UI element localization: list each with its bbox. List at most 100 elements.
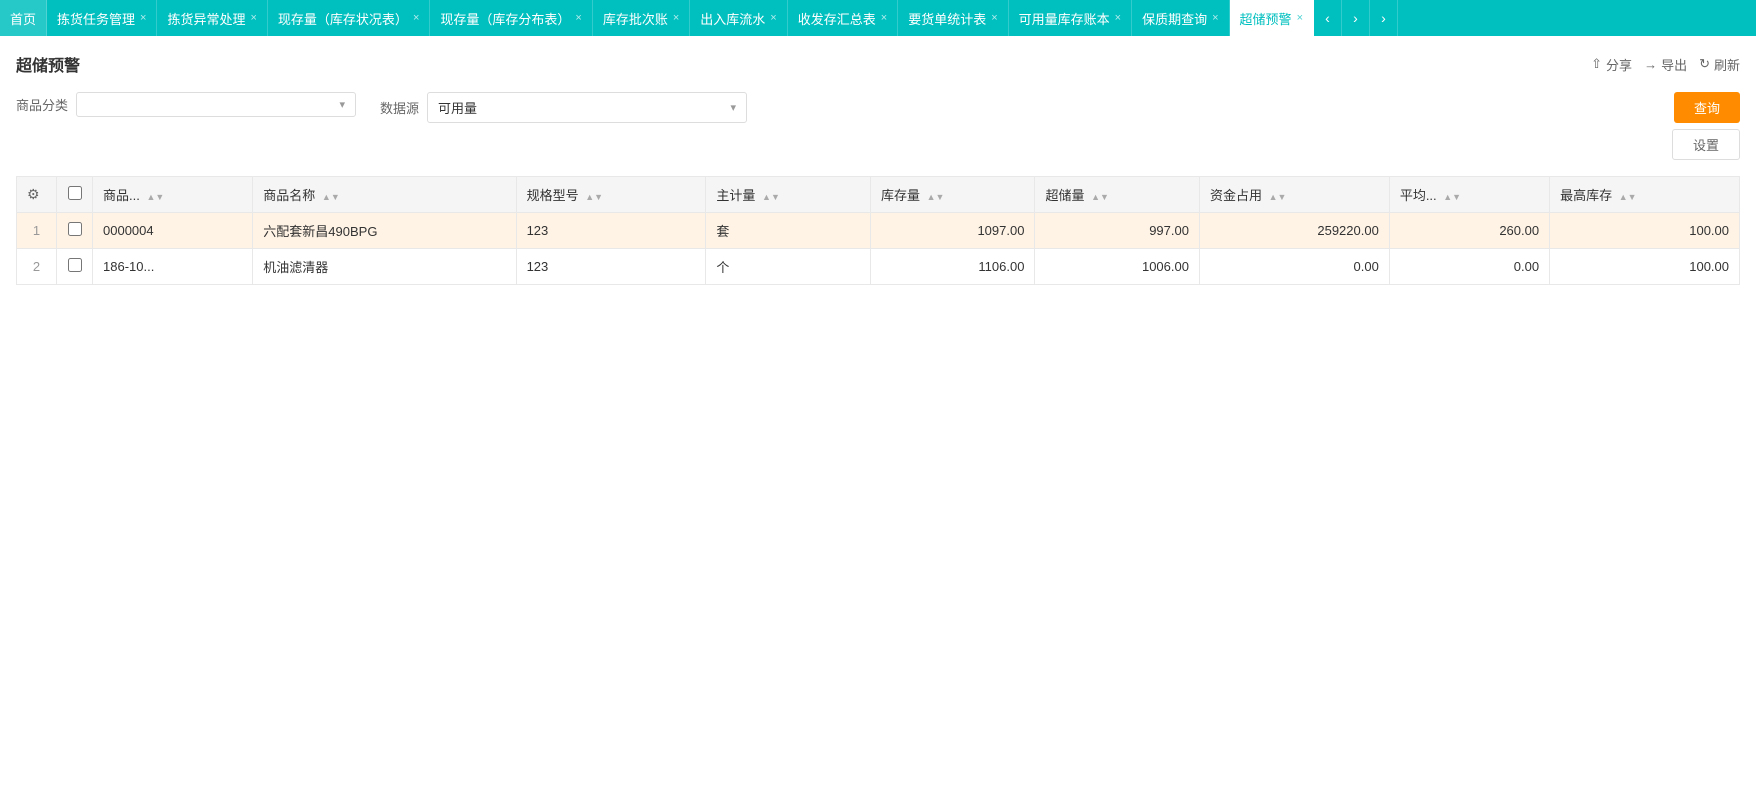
select-all-checkbox[interactable]	[68, 186, 82, 200]
nav-item-exception[interactable]: 拣货异常处理 ×	[157, 0, 267, 36]
cell-avg: 260.00	[1389, 213, 1549, 249]
column-header-overstock: 超储量 ▲▼	[1035, 177, 1200, 213]
column-header-max-stock: 最高库存 ▲▼	[1550, 177, 1740, 213]
close-icon[interactable]: ×	[140, 12, 146, 24]
close-icon[interactable]: ×	[770, 12, 776, 24]
close-icon[interactable]: ×	[673, 12, 679, 24]
sort-icon[interactable]: ▲▼	[322, 192, 340, 202]
cell-unit: 套	[706, 213, 871, 249]
cell-max-stock: 100.00	[1550, 249, 1740, 285]
nav-item-stock-status[interactable]: 现存量（库存状况表） ×	[268, 0, 430, 36]
cell-unit: 个	[706, 249, 871, 285]
cell-overstock: 997.00	[1035, 213, 1200, 249]
column-header-checkbox	[57, 177, 93, 213]
column-header-gear: ⚙	[17, 177, 57, 213]
refresh-icon: ↻	[1699, 56, 1710, 72]
close-icon[interactable]: ×	[1297, 12, 1303, 24]
datasource-select[interactable]: 可用量 ▾	[427, 92, 747, 123]
nav-item-stock-dist[interactable]: 现存量（库存分布表） ×	[430, 0, 592, 36]
cell-avg: 0.00	[1389, 249, 1549, 285]
row-checkbox[interactable]	[68, 258, 82, 272]
nav-next-button[interactable]: ›	[1342, 0, 1370, 36]
cell-product-name: 六配套新昌490BPG	[253, 213, 516, 249]
cell-spec: 123	[516, 213, 706, 249]
table-header: ⚙ 商品... ▲▼ 商品名称 ▲▼ 规格型号 ▲▼ 主计	[17, 177, 1740, 213]
sort-icon[interactable]: ▲▼	[762, 192, 780, 202]
nav-item-home[interactable]: 首页	[0, 0, 47, 36]
cell-capital: 0.00	[1199, 249, 1389, 285]
cell-max-stock: 100.00	[1550, 213, 1740, 249]
cell-product-code: 0000004	[93, 213, 253, 249]
column-header-product-code: 商品... ▲▼	[93, 177, 253, 213]
nav-item-expiry[interactable]: 保质期查询 ×	[1132, 0, 1229, 36]
column-header-capital: 资金占用 ▲▼	[1199, 177, 1389, 213]
top-nav: 首页 拣货任务管理 × 拣货异常处理 × 现存量（库存状况表） × 现存量（库存…	[0, 0, 1756, 36]
close-icon[interactable]: ×	[575, 12, 581, 24]
nav-more-button[interactable]: ›	[1370, 0, 1398, 36]
cell-stock: 1097.00	[870, 213, 1035, 249]
row-number: 1	[17, 213, 57, 249]
datasource-value: 可用量	[438, 98, 477, 117]
cell-stock: 1106.00	[870, 249, 1035, 285]
page-header: 超储预警 ⇧ 分享 → 导出 ↻ 刷新	[16, 52, 1740, 76]
row-checkbox-cell	[57, 213, 93, 249]
cell-overstock: 1006.00	[1035, 249, 1200, 285]
share-button[interactable]: ⇧ 分享	[1591, 55, 1632, 74]
filter-product-category: 商品分类 ▾	[16, 92, 356, 117]
row-number: 2	[17, 249, 57, 285]
gear-icon[interactable]: ⚙	[27, 186, 40, 202]
datasource-label: 数据源	[380, 98, 419, 117]
nav-item-summary[interactable]: 收发存汇总表 ×	[788, 0, 898, 36]
query-button[interactable]: 查询	[1674, 92, 1740, 123]
sort-icon[interactable]: ▲▼	[146, 192, 164, 202]
refresh-button[interactable]: ↻ 刷新	[1699, 55, 1740, 74]
column-header-stock: 库存量 ▲▼	[870, 177, 1035, 213]
product-category-select[interactable]: ▾	[76, 92, 356, 117]
row-checkbox[interactable]	[68, 222, 82, 236]
column-header-spec: 规格型号 ▲▼	[516, 177, 706, 213]
column-header-avg: 平均... ▲▼	[1389, 177, 1549, 213]
share-icon: ⇧	[1591, 56, 1602, 72]
cell-capital: 259220.00	[1199, 213, 1389, 249]
close-icon[interactable]: ×	[1212, 12, 1218, 24]
row-checkbox-cell	[57, 249, 93, 285]
dropdown-arrow-icon: ▾	[339, 98, 345, 111]
sort-icon[interactable]: ▲▼	[1619, 192, 1637, 202]
settings-button[interactable]: 设置	[1672, 129, 1740, 160]
export-button[interactable]: → 导出	[1644, 55, 1687, 74]
nav-prev-button[interactable]: ‹	[1314, 0, 1342, 36]
page-title: 超储预警	[16, 52, 80, 76]
close-icon[interactable]: ×	[991, 12, 997, 24]
filter-buttons: 查询 设置	[1672, 92, 1740, 160]
nav-item-order-stats[interactable]: 要货单统计表 ×	[898, 0, 1008, 36]
sort-icon[interactable]: ▲▼	[1091, 192, 1109, 202]
data-table: ⚙ 商品... ▲▼ 商品名称 ▲▼ 规格型号 ▲▼ 主计	[16, 176, 1740, 285]
table-row: 1 0000004 六配套新昌490BPG 123 套 1097.00 997.…	[17, 213, 1740, 249]
column-header-product-name: 商品名称 ▲▼	[253, 177, 516, 213]
close-icon[interactable]: ×	[1115, 12, 1121, 24]
column-header-unit: 主计量 ▲▼	[706, 177, 871, 213]
table-row: 2 186-10... 机油滤清器 123 个 1106.00 1006.00 …	[17, 249, 1740, 285]
cell-product-code: 186-10...	[93, 249, 253, 285]
dropdown-arrow-icon: ▾	[731, 101, 737, 114]
table-body: 1 0000004 六配套新昌490BPG 123 套 1097.00 997.…	[17, 213, 1740, 285]
cell-spec: 123	[516, 249, 706, 285]
export-icon: →	[1644, 57, 1657, 72]
nav-item-batch[interactable]: 库存批次账 ×	[593, 0, 690, 36]
nav-item-task-mgmt[interactable]: 拣货任务管理 ×	[47, 0, 157, 36]
product-category-label: 商品分类	[16, 95, 68, 114]
sort-icon[interactable]: ▲▼	[1269, 192, 1287, 202]
page-content: 超储预警 ⇧ 分享 → 导出 ↻ 刷新 商品分类 ▾ 数据源	[0, 36, 1756, 800]
filter-datasource: 数据源 可用量 ▾	[380, 92, 747, 123]
cell-product-name: 机油滤清器	[253, 249, 516, 285]
sort-icon[interactable]: ▲▼	[585, 192, 603, 202]
sort-icon[interactable]: ▲▼	[927, 192, 945, 202]
nav-item-inout[interactable]: 出入库流水 ×	[690, 0, 787, 36]
header-actions: ⇧ 分享 → 导出 ↻ 刷新	[1591, 55, 1740, 74]
close-icon[interactable]: ×	[413, 12, 419, 24]
close-icon[interactable]: ×	[881, 12, 887, 24]
close-icon[interactable]: ×	[250, 12, 256, 24]
nav-item-overstock[interactable]: 超储预警 ×	[1230, 0, 1314, 36]
sort-icon[interactable]: ▲▼	[1443, 192, 1461, 202]
nav-item-available[interactable]: 可用量库存账本 ×	[1009, 0, 1132, 36]
